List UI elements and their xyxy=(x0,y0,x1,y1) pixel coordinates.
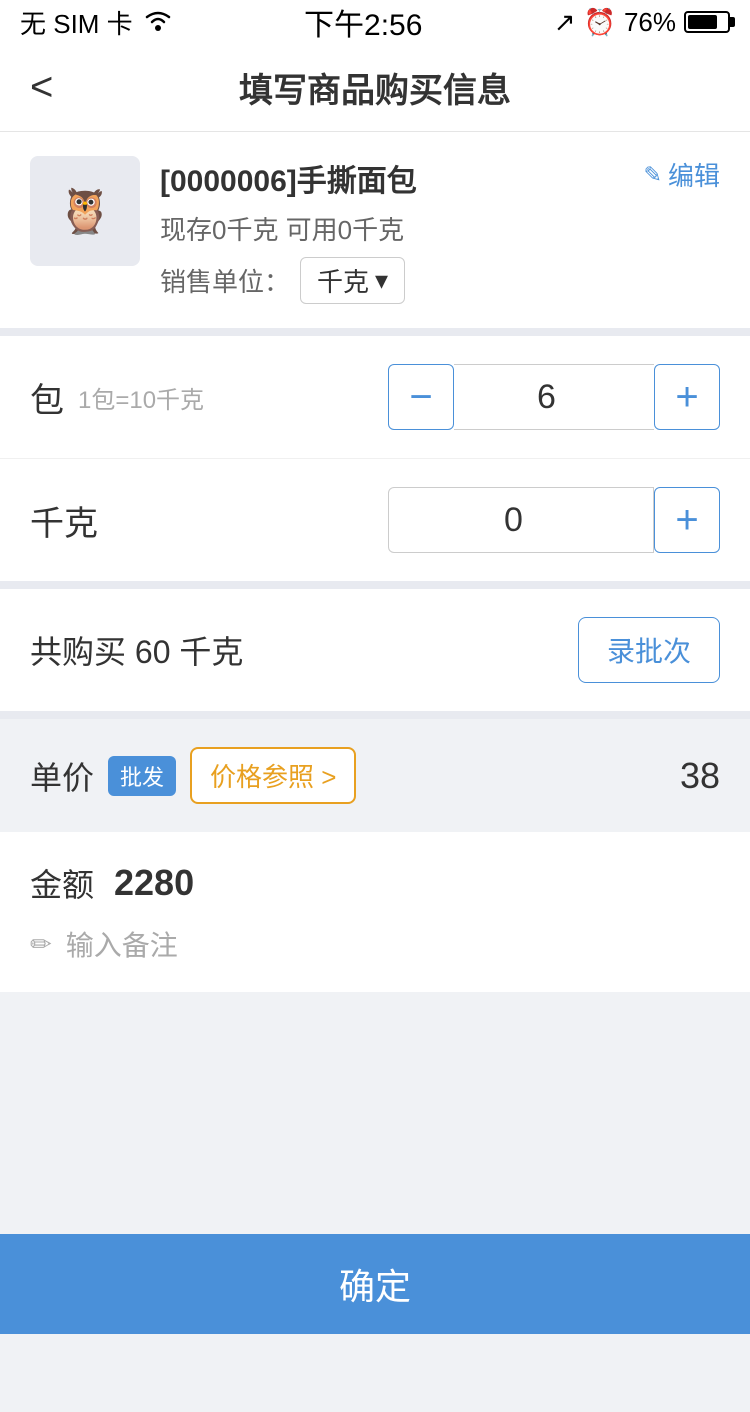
price-row: 单价 批发 价格参照 > 38 xyxy=(30,747,720,832)
nav-bar: < 填写商品购买信息 xyxy=(0,44,750,132)
pencil-icon: ✏ xyxy=(30,929,52,960)
quantity-section: 包 1包=10千克 − + 千克 + xyxy=(0,336,750,589)
battery-icon xyxy=(684,11,730,33)
batch-button[interactable]: 录批次 xyxy=(578,617,720,683)
page-title: 填写商品购买信息 xyxy=(239,63,511,112)
amount-label: 金额 xyxy=(30,860,94,906)
qty-hint-bag: 1包=10千克 xyxy=(78,380,204,415)
product-section: 🦉 [0000006]手撕面包 现存0千克 可用0千克 销售单位： 千克 ▾ ✎… xyxy=(0,132,750,336)
decrement-bag-button[interactable]: − xyxy=(388,364,454,430)
back-button[interactable]: < xyxy=(30,65,53,110)
product-name: [0000006]手撕面包 xyxy=(160,156,624,200)
wifi-icon xyxy=(143,7,173,38)
price-value: 38 xyxy=(680,755,720,797)
qty-unit-kg: 千克 xyxy=(30,496,98,545)
price-badge: 批发 xyxy=(108,756,176,796)
confirm-button[interactable]: 确定 xyxy=(339,1258,411,1310)
qty-controls-bag: − + xyxy=(388,364,720,430)
edit-label: 编辑 xyxy=(668,156,720,193)
product-stock: 现存0千克 可用0千克 xyxy=(160,210,624,247)
price-label: 单价 批发 价格参照 > xyxy=(30,747,356,804)
remark-placeholder: 输入备注 xyxy=(66,924,178,964)
sim-label: 无 SIM 卡 xyxy=(20,4,133,41)
price-section: 单价 批发 价格参照 > 38 xyxy=(0,719,750,832)
increment-kg-button[interactable]: + xyxy=(654,487,720,553)
alarm-icon: ⏰ xyxy=(584,7,616,38)
location-icon: ↗ xyxy=(554,7,576,38)
status-time: 下午2:56 xyxy=(304,0,422,44)
qty-unit-bag: 包 xyxy=(30,373,64,422)
status-left: 无 SIM 卡 xyxy=(20,4,173,41)
owl-icon: 🦉 xyxy=(58,185,113,237)
confirm-bar[interactable]: 确定 xyxy=(0,1234,750,1334)
unit-label: 销售单位： xyxy=(160,262,290,299)
status-bar: 无 SIM 卡 下午2:56 ↗ ⏰ 76% xyxy=(0,0,750,44)
qty-input-kg[interactable] xyxy=(388,487,654,553)
remark-row[interactable]: ✏ 输入备注 xyxy=(30,924,720,964)
quantity-row-bag: 包 1包=10千克 − + xyxy=(0,336,750,459)
product-info: [0000006]手撕面包 现存0千克 可用0千克 销售单位： 千克 ▾ xyxy=(160,156,624,304)
qty-input-bag[interactable] xyxy=(454,364,654,430)
unit-dropdown[interactable]: 千克 ▾ xyxy=(300,257,405,304)
edit-icon: ✎ xyxy=(644,162,662,188)
price-reference-button[interactable]: 价格参照 > xyxy=(190,747,356,804)
qty-label-bag: 包 1包=10千克 xyxy=(30,373,204,422)
amount-row: 金额 2280 xyxy=(30,860,720,906)
product-thumbnail: 🦉 xyxy=(30,156,140,266)
price-label-text: 单价 xyxy=(30,753,94,799)
amount-value: 2280 xyxy=(114,862,194,904)
battery-label: 76% xyxy=(624,7,676,38)
total-section: 共购买 60 千克 录批次 xyxy=(0,589,750,719)
quantity-row-kg: 千克 + xyxy=(0,459,750,581)
product-unit: 销售单位： 千克 ▾ xyxy=(160,257,624,304)
chevron-down-icon: ▾ xyxy=(375,265,388,296)
qty-label-kg: 千克 xyxy=(30,496,98,545)
amount-section: 金额 2280 ✏ 输入备注 xyxy=(0,832,750,992)
unit-value: 千克 xyxy=(317,262,369,299)
edit-button[interactable]: ✎ 编辑 xyxy=(644,156,720,193)
total-text: 共购买 60 千克 xyxy=(30,627,243,673)
status-right: ↗ ⏰ 76% xyxy=(554,7,730,38)
increment-bag-button[interactable]: + xyxy=(654,364,720,430)
qty-controls-kg: + xyxy=(388,487,720,553)
